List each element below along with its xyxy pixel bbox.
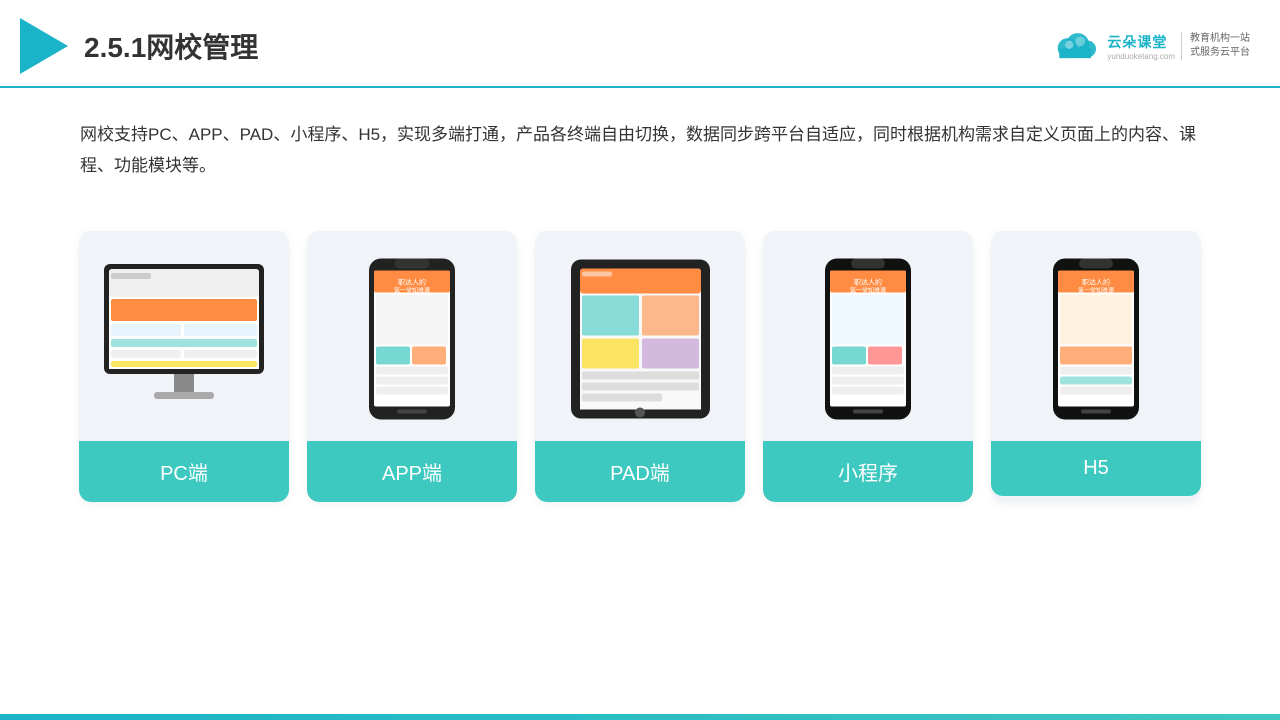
- monitor-icon: [99, 254, 269, 424]
- logo-text: 云朵课堂 yunduoketang.com: [1107, 32, 1175, 61]
- card-h5-image: 职达人的 第一堂知难课: [991, 231, 1201, 441]
- page-title: 2.5.1网校管理: [84, 26, 258, 66]
- cloud-icon: [1051, 29, 1101, 64]
- phone-h5-icon: 职达人的 第一堂知难课: [1051, 254, 1141, 424]
- logo-main: 云朵课堂: [1107, 32, 1167, 52]
- brand-triangle-icon: [20, 18, 68, 74]
- svg-text:第一堂知难课: 第一堂知难课: [394, 287, 430, 295]
- svg-text:第一堂知难课: 第一堂知难课: [1078, 287, 1114, 295]
- header-left: 2.5.1网校管理: [20, 18, 258, 74]
- logo-slogan-line1: 教育机构一站: [1190, 32, 1250, 46]
- description-text: 网校支持PC、APP、PAD、小程序、H5，实现多端打通，产品各终端自由切换，数…: [0, 88, 1280, 201]
- svg-text:第一堂知难课: 第一堂知难课: [850, 287, 886, 295]
- logo-slogan: 教育机构一站 式服务云平台: [1181, 32, 1250, 60]
- logo-slogan-line2: 式服务云平台: [1190, 46, 1250, 60]
- card-pc-image: [79, 231, 289, 441]
- page-header: 2.5.1网校管理 云朵课堂 yunduoketang.com 教育机构一站 式…: [0, 0, 1280, 88]
- card-miniapp: 职达人的 第一堂知难课 小程序: [763, 231, 973, 502]
- card-pc-label: PC端: [79, 441, 289, 502]
- card-h5: 职达人的 第一堂知难课 H5: [991, 231, 1201, 502]
- svg-text:职达人的: 职达人的: [1082, 278, 1110, 287]
- card-app: 职达人的 第一堂知难课 APP端: [307, 231, 517, 502]
- svg-text:职达人的: 职达人的: [398, 278, 426, 287]
- card-pad-image: [535, 231, 745, 441]
- card-miniapp-image: 职达人的 第一堂知难课: [763, 231, 973, 441]
- tablet-icon: [568, 254, 713, 424]
- cloud-logo: 云朵课堂 yunduoketang.com 教育机构一站 式服务云平台: [1051, 29, 1250, 64]
- cards-container: PC端 职达人的 第一堂知难课: [0, 211, 1280, 532]
- card-app-label: APP端: [307, 441, 517, 502]
- card-pad: PAD端: [535, 231, 745, 502]
- phone-miniapp-icon: 职达人的 第一堂知难课: [823, 254, 913, 424]
- card-miniapp-label: 小程序: [763, 441, 973, 502]
- svg-text:职达人的: 职达人的: [854, 278, 882, 287]
- card-pc: PC端: [79, 231, 289, 502]
- phone-app-icon: 职达人的 第一堂知难课: [367, 254, 457, 424]
- bottom-bar: [0, 714, 1280, 720]
- logo-url: yunduoketang.com: [1107, 52, 1175, 61]
- card-app-image: 职达人的 第一堂知难课: [307, 231, 517, 441]
- card-h5-label: H5: [991, 441, 1201, 496]
- card-pad-label: PAD端: [535, 441, 745, 502]
- description-paragraph: 网校支持PC、APP、PAD、小程序、H5，实现多端打通，产品各终端自由切换，数…: [80, 120, 1200, 181]
- header-right: 云朵课堂 yunduoketang.com 教育机构一站 式服务云平台: [1051, 29, 1250, 64]
